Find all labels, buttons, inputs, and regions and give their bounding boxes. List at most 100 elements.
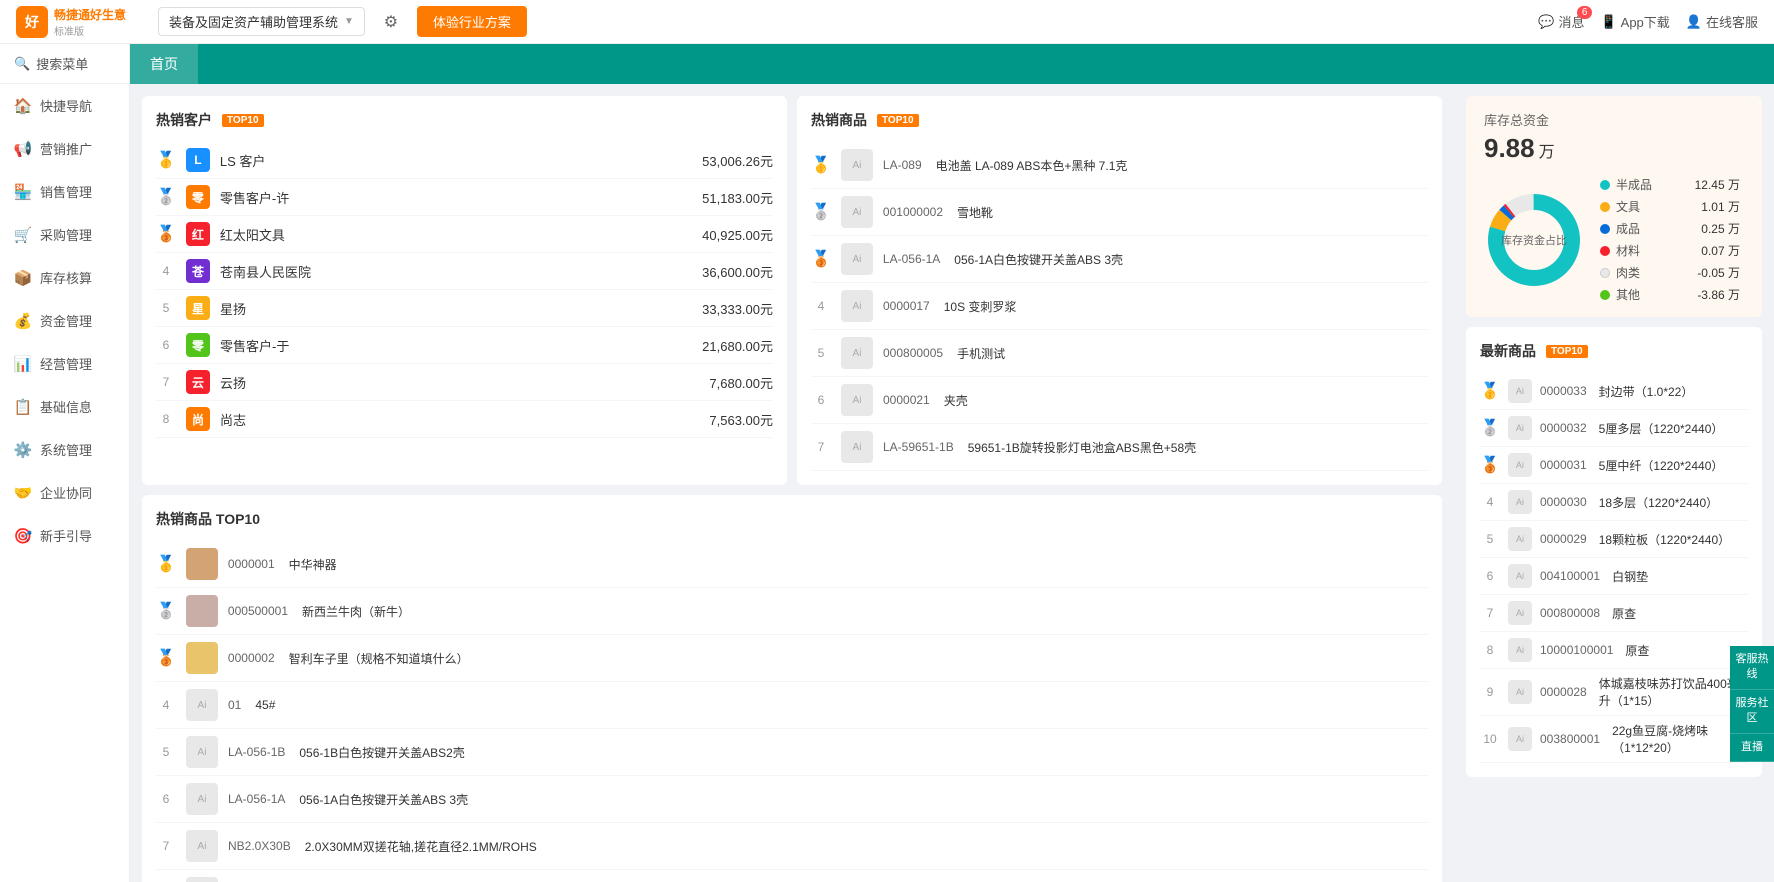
float-buttons: 客服热线 服务社区 直播 <box>1730 646 1774 762</box>
trial-button[interactable]: 体验行业方案 <box>417 6 527 37</box>
table-row: 🥈 零 零售客户-许 51,183.00元 <box>156 179 773 216</box>
main-layout: 🔍 搜索菜单 🏠 快捷导航 📢 营销推广 🏪 销售管理 🛒 采购管理 📦 库存核… <box>0 44 1774 882</box>
avatar: 零 <box>186 333 210 357</box>
newest-goods-card: 最新商品 TOP10 🥇 Ai 0000033 封边带（1.0*22） 🥈 Ai… <box>1466 327 1762 777</box>
product-row: 6 Ai LA-056-1A 056-1A白色按键开关盖ABS 3壳 <box>156 776 1428 823</box>
product-image <box>186 548 218 580</box>
newest-row: 7 Ai 000800008 原查 <box>1480 595 1748 632</box>
top-bar: 好 畅捷通好生意 标准版 装备及固定资产辅助管理系统 ▼ ⚙ 体验行业方案 💬 … <box>0 0 1774 44</box>
search-menu-button[interactable]: 🔍 搜索菜单 <box>0 44 129 84</box>
product-image: Ai <box>1508 490 1532 514</box>
legend-item: 肉类 -0.05 万 <box>1600 264 1740 281</box>
table-row: 4 苍 苍南县人民医院 36,600.00元 <box>156 253 773 290</box>
chevron-down-icon: ▼ <box>344 16 354 27</box>
basic-icon: 📋 <box>14 398 32 416</box>
marketing-icon: 📢 <box>14 140 32 158</box>
medal-icon: 🥇 <box>1480 381 1500 401</box>
app-icon: 📱 <box>1600 14 1616 30</box>
inventory-chart: 库存资金占比 半成品 12.45 万 文具 1.01 万 <box>1484 176 1744 303</box>
product-row: 5 Ai 000800005 手机测试 <box>811 330 1428 377</box>
search-icon: 🔍 <box>14 56 30 72</box>
online-service-button[interactable]: 👤 在线客服 <box>1686 12 1758 31</box>
product-image: Ai <box>186 783 218 815</box>
product-row: 7 Ai NB2.0X30B 2.0X30MM双搓花轴,搓花直径2.1MM/RO… <box>156 823 1428 870</box>
table-row: 7 云 云扬 7,680.00元 <box>156 364 773 401</box>
medal-icon-1: 🥇 <box>156 150 176 170</box>
avatar: 云 <box>186 370 210 394</box>
product-image: Ai <box>186 877 218 882</box>
service-community-button[interactable]: 服务社区 <box>1730 690 1774 734</box>
page-content: 热销客户 TOP10 🥇 L LS 客户 53,006.26元 <box>130 84 1774 882</box>
message-badge: 6 <box>1577 6 1593 19</box>
logo-text: 畅捷通好生意 标准版 <box>54 6 126 38</box>
product-image: Ai <box>186 830 218 862</box>
legend-item: 文具 1.01 万 <box>1600 198 1740 215</box>
sidebar-item-inventory[interactable]: 📦 库存核算 <box>0 256 129 299</box>
guide-icon: 🎯 <box>14 527 32 545</box>
sidebar-item-basic[interactable]: 📋 基础信息 <box>0 385 129 428</box>
product-image: Ai <box>1508 564 1532 588</box>
product-row: 4 Ai 0000017 10S 变刺罗浆 <box>811 283 1428 330</box>
sidebar-item-purchase[interactable]: 🛒 采购管理 <box>0 213 129 256</box>
purchase-icon: 🛒 <box>14 226 32 244</box>
table-row: 6 零 零售客户-于 21,680.00元 <box>156 327 773 364</box>
sidebar-item-operation[interactable]: 📊 经营管理 <box>0 342 129 385</box>
product-image: Ai <box>1508 638 1532 662</box>
medal-icon: 🥇 <box>811 155 831 175</box>
avatar: 苍 <box>186 259 210 283</box>
avatar: L <box>186 148 210 172</box>
customer-rank-table: 🥇 L LS 客户 53,006.26元 🥈 零 零售客户-许 51,183.0… <box>156 142 773 438</box>
avatar: 星 <box>186 296 210 320</box>
app-download-button[interactable]: 📱 App下载 <box>1600 12 1669 31</box>
newest-goods-title: 最新商品 TOP10 <box>1480 341 1748 361</box>
product-image: Ai <box>841 337 873 369</box>
sidebar-item-marketing[interactable]: 📢 营销推广 <box>0 127 129 170</box>
legend-color <box>1600 246 1610 256</box>
operation-icon: 📊 <box>14 355 32 373</box>
product-image: Ai <box>1508 453 1532 477</box>
system-selector[interactable]: 装备及固定资产辅助管理系统 ▼ <box>158 7 365 36</box>
tab-home[interactable]: 首页 <box>130 44 198 84</box>
product-row: 🥉 Ai LA-056-1A 056-1A白色按键开关盖ABS 3壳 <box>811 236 1428 283</box>
product-image: Ai <box>841 384 873 416</box>
product-image: Ai <box>1508 527 1532 551</box>
medal-icon: 🥉 <box>156 648 176 668</box>
message-button[interactable]: 💬 消息 6 <box>1538 12 1584 31</box>
customer-rank-card: 热销客户 TOP10 🥇 L LS 客户 53,006.26元 <box>142 96 787 485</box>
sidebar-item-system[interactable]: ⚙️ 系统管理 <box>0 428 129 471</box>
sidebar-item-coop[interactable]: 🤝 企业协同 <box>0 471 129 514</box>
left-panel: 热销客户 TOP10 🥇 L LS 客户 53,006.26元 <box>130 84 1454 882</box>
coop-icon: 🤝 <box>14 484 32 502</box>
product-image: Ai <box>186 736 218 768</box>
product-row: 7 Ai LA-59651-1B 59651-1B旋转投影灯电池盒ABS黑色+5… <box>811 424 1428 471</box>
sidebar-item-guide[interactable]: 🎯 新手引导 <box>0 514 129 557</box>
product-image: Ai <box>186 689 218 721</box>
sidebar-item-finance[interactable]: 💰 资金管理 <box>0 299 129 342</box>
newest-row: 6 Ai 004100001 白钢垫 <box>1480 558 1748 595</box>
medal-icon-3: 🥉 <box>156 224 176 244</box>
product-row: 6 Ai 0000021 夹壳 <box>811 377 1428 424</box>
inventory-card: 库存总资金 9.88 万 <box>1466 96 1762 317</box>
inventory-legend: 半成品 12.45 万 文具 1.01 万 成品 0 <box>1600 176 1740 303</box>
settings-button[interactable]: ⚙ <box>377 8 405 36</box>
table-row: 🥉 红 红太阳文具 40,925.00元 <box>156 216 773 253</box>
home-icon: 🏠 <box>14 97 32 115</box>
product-image: Ai <box>841 431 873 463</box>
product-image: Ai <box>1508 727 1532 751</box>
product-row: 🥈 000500001 新西兰牛肉（新牛） <box>156 588 1428 635</box>
product-image: Ai <box>1508 601 1532 625</box>
sidebar-item-quick-nav[interactable]: 🏠 快捷导航 <box>0 84 129 127</box>
product-row: 8 Ai 0000011 12070519-xs <box>156 870 1428 882</box>
medal-icon: 🥉 <box>811 249 831 269</box>
avatar: 零 <box>186 185 210 209</box>
product-image: Ai <box>841 196 873 228</box>
sidebar-item-sales[interactable]: 🏪 销售管理 <box>0 170 129 213</box>
product-image: Ai <box>1508 680 1532 704</box>
hot-goods-title: 热销商品 TOP10 <box>156 509 1428 529</box>
live-stream-button[interactable]: 直播 <box>1730 734 1774 762</box>
customer-service-button[interactable]: 客服热线 <box>1730 646 1774 690</box>
newest-row: 🥇 Ai 0000033 封边带（1.0*22） <box>1480 373 1748 410</box>
system-icon: ⚙️ <box>14 441 32 459</box>
medal-icon: 🥈 <box>1480 418 1500 438</box>
top-rank-section: 热销客户 TOP10 🥇 L LS 客户 53,006.26元 <box>142 96 1442 485</box>
